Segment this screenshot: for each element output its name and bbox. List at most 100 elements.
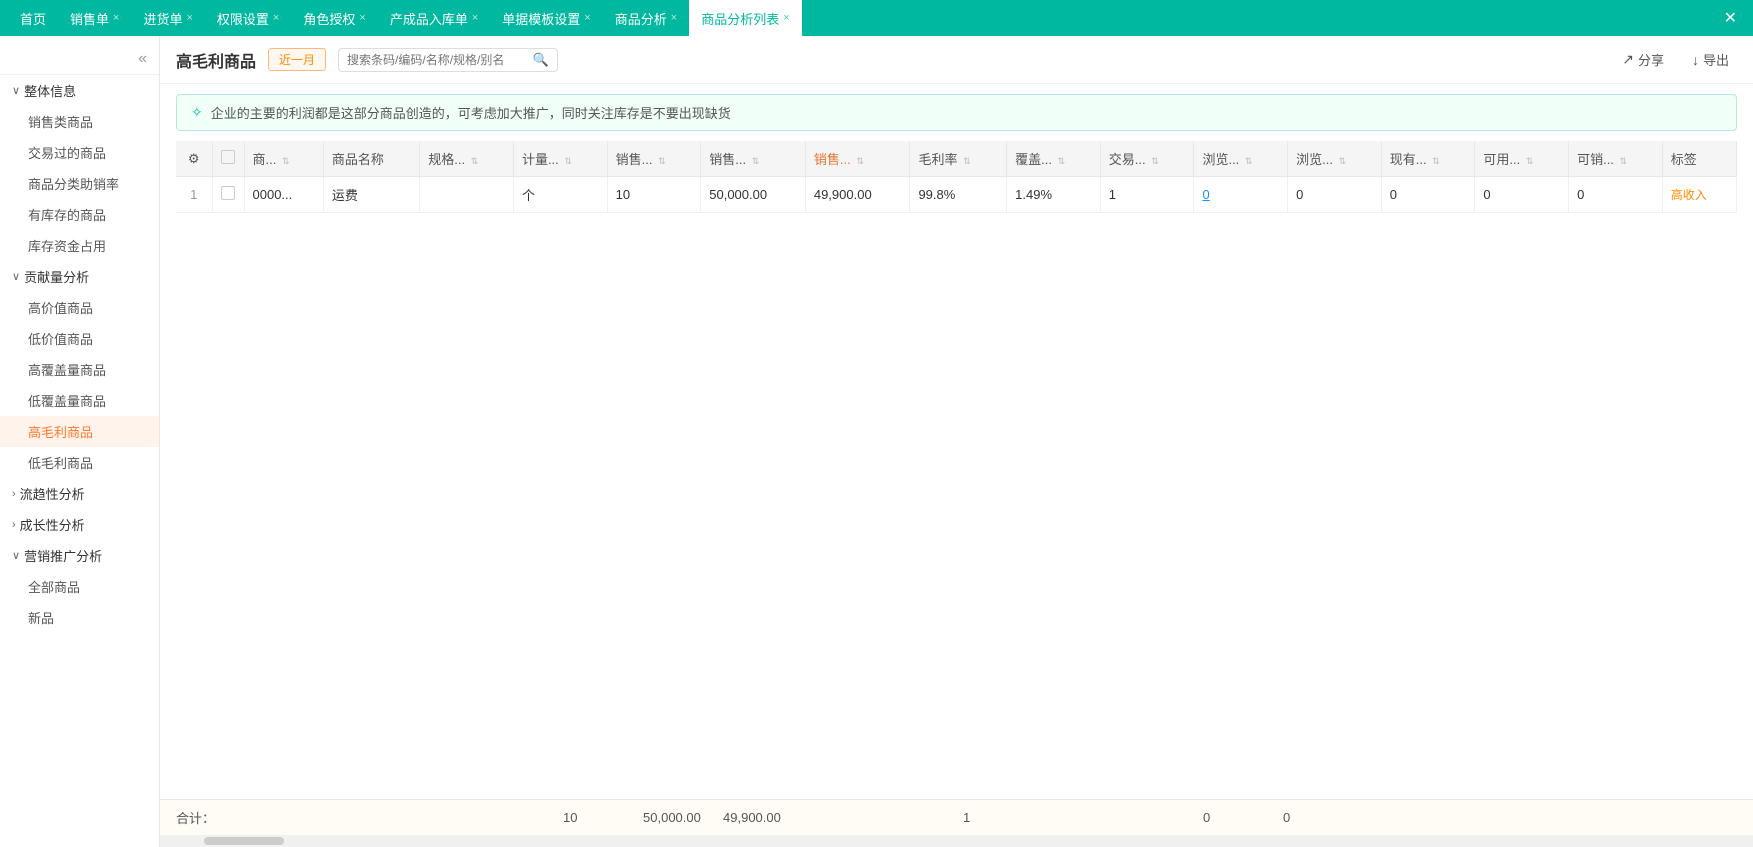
sidebar-item-new-goods-label: 新品 — [28, 611, 54, 626]
footer-stock1: 0 — [1195, 810, 1275, 825]
col-header-spec[interactable]: 规格... ⇅ — [420, 141, 514, 177]
arrow-growth-icon: › — [12, 519, 16, 531]
row-unit: 个 — [513, 177, 607, 213]
tag-badge: 高收入 — [1671, 188, 1707, 202]
settings-icon[interactable]: ⚙ — [188, 151, 200, 166]
col-header-stock3[interactable]: 可销... ⇅ — [1569, 141, 1663, 177]
close-product-in-tab[interactable]: × — [472, 12, 478, 24]
header-checkbox[interactable] — [221, 150, 235, 164]
arrow-contribution-icon: ∨ — [12, 270, 20, 283]
col-header-stock1[interactable]: 现有... ⇅ — [1381, 141, 1475, 177]
close-analysis-list-tab[interactable]: × — [783, 12, 789, 24]
row-browse1-link[interactable]: 0 — [1202, 187, 1209, 202]
close-template-tab[interactable]: × — [584, 12, 590, 24]
sidebar-group-trend[interactable]: › 流趋性分析 — [0, 478, 159, 509]
sidebar-group-growth-label: 成长性分析 — [20, 515, 85, 534]
scroll-thumb[interactable] — [204, 837, 284, 845]
close-sales-tab[interactable]: × — [113, 12, 119, 24]
col-header-name[interactable]: 商品名称 — [323, 141, 419, 177]
sort-browse1-icon: ⇅ — [1245, 156, 1253, 166]
col-header-stock2[interactable]: 可用... ⇅ — [1475, 141, 1569, 177]
sidebar-item-low-margin[interactable]: 低毛利商品 — [0, 447, 159, 478]
sidebar-item-stocked-goods[interactable]: 有库存的商品 — [0, 199, 159, 230]
col-header-unit[interactable]: 计量... ⇅ — [513, 141, 607, 177]
nav-tab-permission[interactable]: 权限设置 × — [205, 0, 291, 36]
footer-sales-qty: 10 — [555, 810, 635, 825]
sidebar-item-traded-goods[interactable]: 交易过的商品 — [0, 137, 159, 168]
nav-tab-analysis[interactable]: 商品分析 × — [603, 0, 689, 36]
search-input[interactable] — [347, 53, 527, 67]
sidebar-item-low-value-label: 低价值商品 — [28, 332, 93, 347]
sidebar-item-low-value[interactable]: 低价值商品 — [0, 323, 159, 354]
sidebar-item-sales-goods[interactable]: 销售类商品 — [0, 106, 159, 137]
sidebar-item-stock-capital-label: 库存资金占用 — [28, 239, 106, 254]
content-area: 高毛利商品 近一月 🔍 ↗ 分享 ↓ 导出 ✧ 企业的主要的利润都是这部分商品创… — [160, 36, 1753, 847]
nav-tab-analysis-label: 商品分析 — [615, 9, 667, 28]
col-header-settings[interactable]: ⚙ — [176, 141, 212, 177]
table-row: 1 0000... 运费 个 10 50,000.00 49,900.00 99… — [176, 177, 1737, 213]
sidebar-item-low-margin-label: 低毛利商品 — [28, 456, 93, 471]
row-checkbox-cell[interactable] — [212, 177, 244, 213]
sort-sales-qty-icon: ⇅ — [658, 156, 666, 166]
sidebar-item-high-coverage[interactable]: 高覆盖量商品 — [0, 354, 159, 385]
sidebar-group-marketing[interactable]: ∨ 营销推广分析 — [0, 540, 159, 571]
col-header-trade[interactable]: 交易... ⇅ — [1100, 141, 1194, 177]
nav-tab-home[interactable]: 首页 — [8, 0, 58, 36]
nav-tab-permission-label: 权限设置 — [217, 9, 269, 28]
export-button[interactable]: ↓ 导出 — [1684, 46, 1737, 73]
nav-tab-sales[interactable]: 销售单 × — [58, 0, 131, 36]
row-name: 运费 — [323, 177, 419, 213]
close-purchase-tab[interactable]: × — [186, 12, 192, 24]
nav-tab-purchase[interactable]: 进货单 × — [131, 0, 204, 36]
row-checkbox[interactable] — [221, 186, 235, 200]
sort-cover-icon: ⇅ — [1058, 156, 1066, 166]
close-role-tab[interactable]: × — [359, 12, 365, 24]
sidebar-item-all-goods[interactable]: 全部商品 — [0, 571, 159, 602]
sidebar-item-high-value[interactable]: 高价值商品 — [0, 292, 159, 323]
arrow-marketing-icon: ∨ — [12, 549, 20, 562]
col-header-browse1[interactable]: 浏览... ⇅ — [1194, 141, 1288, 177]
sidebar-item-category-rate[interactable]: 商品分类助销率 — [0, 168, 159, 199]
sidebar-group-trend-label: 流趋性分析 — [20, 484, 85, 503]
col-header-cover[interactable]: 覆盖... ⇅ — [1007, 141, 1101, 177]
col-header-check[interactable] — [212, 141, 244, 177]
sidebar-group-overall[interactable]: ∨ 整体信息 — [0, 75, 159, 106]
row-sales-amt: 50,000.00 — [701, 177, 806, 213]
close-analysis-tab[interactable]: × — [671, 12, 677, 24]
nav-tab-analysis-list[interactable]: 商品分析列表 × — [689, 0, 801, 36]
col-header-code[interactable]: 商... ⇅ — [244, 141, 323, 177]
sort-sales-cost-icon: ⇅ — [856, 156, 864, 166]
nav-tab-template[interactable]: 单据模板设置 × — [490, 0, 602, 36]
sidebar-group-growth[interactable]: › 成长性分析 — [0, 509, 159, 540]
nav-tab-role[interactable]: 角色授权 × — [291, 0, 377, 36]
horizontal-scrollbar[interactable] — [160, 835, 1753, 847]
share-label: 分享 — [1638, 50, 1664, 69]
share-button[interactable]: ↗ 分享 — [1614, 46, 1672, 73]
sidebar-item-low-coverage[interactable]: 低覆盖量商品 — [0, 385, 159, 416]
row-browse1[interactable]: 0 — [1194, 177, 1288, 213]
sidebar-item-high-coverage-label: 高覆盖量商品 — [28, 363, 106, 378]
col-header-sales-qty[interactable]: 销售... ⇅ — [607, 141, 701, 177]
row-cover: 1.49% — [1007, 177, 1101, 213]
col-header-browse2[interactable]: 浏览... ⇅ — [1288, 141, 1382, 177]
filter-period-button[interactable]: 近一月 — [268, 48, 326, 71]
window-close-button[interactable]: ✕ — [1716, 8, 1745, 28]
col-header-sales-amt[interactable]: 销售... ⇅ — [701, 141, 806, 177]
footer-sales-amt: 50,000.00 — [635, 810, 715, 825]
sidebar-group-contribution[interactable]: ∨ 贡献量分析 — [0, 261, 159, 292]
col-header-tag[interactable]: 标签 — [1662, 141, 1736, 177]
content-header: 高毛利商品 近一月 🔍 ↗ 分享 ↓ 导出 — [160, 36, 1753, 84]
close-permission-tab[interactable]: × — [273, 12, 279, 24]
sidebar-item-stock-capital[interactable]: 库存资金占用 — [0, 230, 159, 261]
footer-trade: 1 — [955, 810, 1035, 825]
nav-tab-product-in[interactable]: 产成品入库单 × — [378, 0, 490, 36]
main-layout: « ∨ 整体信息 销售类商品 交易过的商品 商品分类助销率 有库存的商品 库存资… — [0, 36, 1753, 847]
sidebar-item-new-goods[interactable]: 新品 — [0, 602, 159, 633]
col-header-gross-rate[interactable]: 毛利率 ⇅ — [910, 141, 1007, 177]
sidebar-collapse-button[interactable]: « — [134, 48, 151, 70]
sidebar-item-high-margin[interactable]: 高毛利商品 — [0, 416, 159, 447]
row-browse2: 0 — [1288, 177, 1382, 213]
col-header-sales-cost[interactable]: 销售... ⇅ — [805, 141, 910, 177]
row-sales-qty: 10 — [607, 177, 701, 213]
sidebar-item-high-value-label: 高价值商品 — [28, 301, 93, 316]
